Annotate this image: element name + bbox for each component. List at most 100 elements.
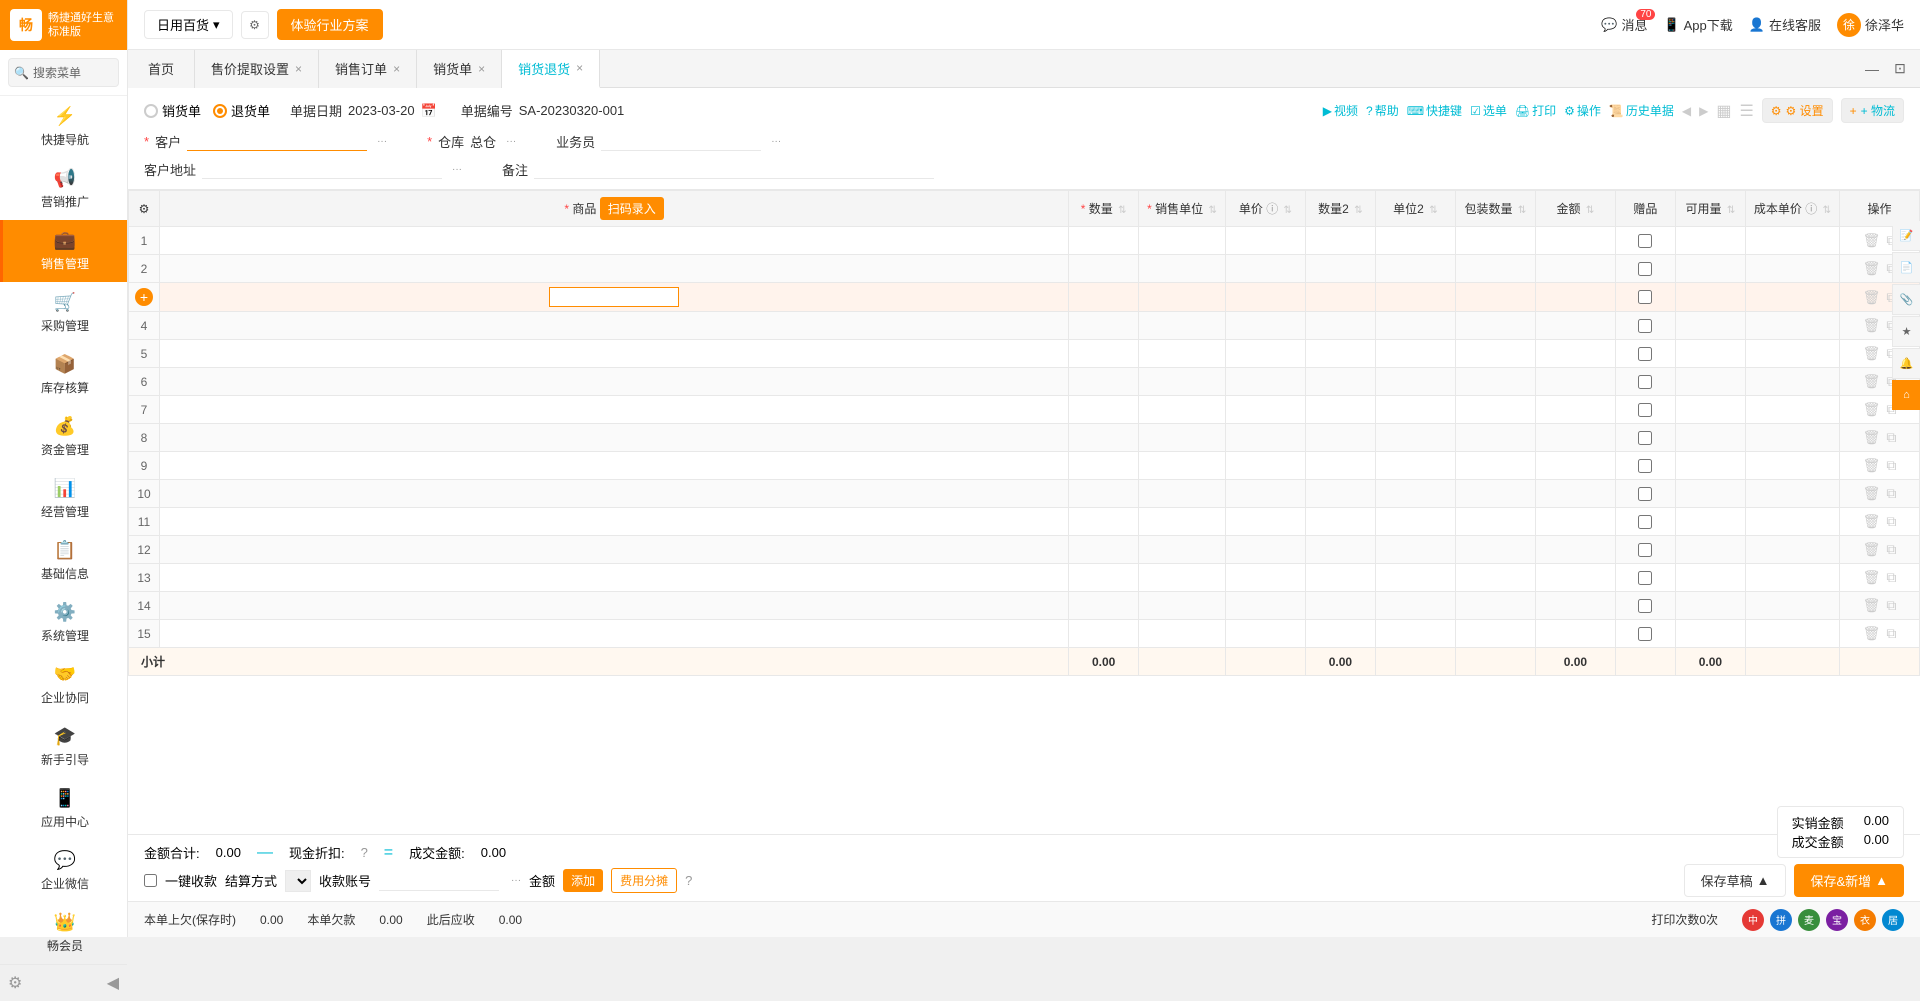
delete-row-icon[interactable]: 🗑 [1863,485,1881,502]
gift-checkbox-row-12[interactable] [1638,543,1652,557]
fee-split-button[interactable]: 费用分摊 [611,868,677,893]
gift-checkbox-row-11[interactable] [1638,515,1652,529]
status-icon-2[interactable]: 拼 [1770,909,1792,931]
tab-maximize-button[interactable]: ⊡ [1888,57,1912,81]
gift-checkbox-row-4[interactable] [1638,319,1652,333]
fee-split-info-icon[interactable]: ? [685,873,692,888]
delete-row-icon[interactable]: 🗑 [1863,260,1881,277]
tab-close-price-setting[interactable]: × [295,62,302,76]
add-logistics-button[interactable]: + + 物流 [1841,98,1904,123]
trial-btn[interactable]: 体验行业方案 [277,9,383,40]
settings-button[interactable]: ⚙ ⚙ 设置 [1762,98,1833,123]
add-row-button[interactable]: + [135,288,153,306]
copy-row-icon[interactable]: ⧉ [1886,597,1896,614]
right-float-btn-5[interactable]: 🔔 [1892,348,1920,379]
delete-row-icon[interactable]: 🗑 [1863,317,1881,334]
sidebar-item-basic-info[interactable]: 📋 基础信息 [0,530,127,592]
delete-row-icon[interactable]: 🗑 [1863,401,1881,418]
unit2-sort-icon[interactable]: ⇅ [1429,205,1437,216]
staff-dots-btn[interactable]: ··· [771,136,781,147]
delete-row-icon[interactable]: 🗑 [1863,289,1881,306]
user-menu[interactable]: 徐 徐泽华 [1837,13,1904,37]
right-float-btn-active[interactable]: ⌂ [1892,380,1920,410]
delete-row-icon[interactable]: 🗑 [1863,373,1881,390]
unit-sort-icon[interactable]: ⇅ [1209,205,1217,216]
gift-checkbox-row-14[interactable] [1638,599,1652,613]
delete-row-icon[interactable]: 🗑 [1863,345,1881,362]
copy-row-icon[interactable]: ⧉ [1886,429,1896,446]
view-list-icon[interactable]: ▦ [1716,101,1731,121]
status-icon-1[interactable]: 中 [1742,909,1764,931]
online-service-link[interactable]: 👤 在线客服 [1749,15,1821,34]
tab-minimize-button[interactable]: — [1860,57,1884,81]
tab-sales-order[interactable]: 销售订单 × [319,50,417,88]
price-info-icon[interactable]: ⓘ [1266,202,1278,216]
gift-checkbox-row-15[interactable] [1638,627,1652,641]
operate-link[interactable]: ⚙ 操作 [1564,102,1601,119]
copy-row-icon[interactable]: ⧉ [1886,625,1896,642]
barcode-scan-button[interactable]: 扫码录入 [600,197,664,220]
sidebar-item-operations[interactable]: 📊 经营管理 [0,468,127,530]
customer-dots-btn[interactable]: ··· [377,136,387,147]
sidebar-item-purchase-mgmt[interactable]: 🛒 采购管理 [0,282,127,344]
calendar-icon[interactable]: 📅 [421,103,437,119]
right-float-btn-4[interactable]: ★ [1892,316,1920,347]
staff-input[interactable] [601,131,761,151]
costprice-info-icon[interactable]: ⓘ [1805,202,1817,216]
address-input[interactable] [202,159,442,179]
sidebar-item-quick-nav[interactable]: ⚡ 快捷导航 [0,96,127,158]
sidebar-item-vip[interactable]: 👑 畅会员 [0,902,127,964]
account-dots-btn[interactable]: ··· [511,875,521,886]
sidebar-item-marketing[interactable]: 📢 营销推广 [0,158,127,220]
gear-col-icon[interactable]: ⚙ [139,202,150,216]
sidebar-item-wechat[interactable]: 💬 企业微信 [0,840,127,902]
gift-checkbox-row-7[interactable] [1638,403,1652,417]
copy-row-icon[interactable]: ⧉ [1886,485,1896,502]
customer-input[interactable] [187,131,367,151]
video-help-link[interactable]: ▶ 视频 [1323,102,1358,119]
save-draft-button[interactable]: 保存草稿 ▲ [1684,864,1787,897]
tab-close-sales-order[interactable]: × [393,62,400,76]
delete-row-icon[interactable]: 🗑 [1863,513,1881,530]
view-table-icon[interactable]: ☰ [1739,101,1753,121]
select-order-link[interactable]: ☑ 选单 [1470,102,1507,119]
search-menu-button[interactable]: 🔍 搜索菜单 [8,58,119,87]
sidebar-item-system[interactable]: ⚙️ 系统管理 [0,592,127,654]
tab-home[interactable]: 首页 [128,50,195,88]
sidebar-item-app-center[interactable]: 📱 应用中心 [0,778,127,840]
app-download-link[interactable]: 📱 App下载 [1663,15,1732,34]
shortcut-link[interactable]: ⌨ 快捷键 [1407,102,1462,119]
gift-checkbox-row-3[interactable] [1638,290,1652,304]
tab-close-sales-delivery[interactable]: × [478,62,485,76]
delete-row-icon[interactable]: 🗑 [1863,429,1881,446]
message-button[interactable]: 💬 消息 70 [1601,15,1647,34]
radio-delivery[interactable]: 销货单 [144,101,201,120]
gift-checkbox-row-8[interactable] [1638,431,1652,445]
save-new-button[interactable]: 保存&新增 ▲ [1794,864,1904,897]
status-icon-6[interactable]: 居 [1882,909,1904,931]
gift-checkbox-row-9[interactable] [1638,459,1652,473]
delete-row-icon[interactable]: 🗑 [1863,597,1881,614]
industry-dropdown[interactable]: 日用百货 ▾ [144,10,233,39]
radio-return[interactable]: 退货单 [213,101,270,120]
address-dots-btn[interactable]: ··· [452,164,462,175]
nav-next-icon[interactable]: ▶ [1699,104,1708,118]
status-icon-3[interactable]: 麦 [1798,909,1820,931]
right-float-btn-2[interactable]: 📄 [1892,252,1920,283]
copy-row-icon[interactable]: ⧉ [1886,513,1896,530]
help-link[interactable]: ? 帮助 [1366,102,1399,119]
history-link[interactable]: 📜 历史单据 [1609,102,1674,119]
sidebar-item-finance[interactable]: 💰 资金管理 [0,406,127,468]
costprice-sort-icon[interactable]: ⇅ [1823,205,1831,216]
print-link[interactable]: 🖨 打印 [1515,102,1556,119]
amount-sort-icon[interactable]: ⇅ [1586,205,1594,216]
tab-price-setting[interactable]: 售价提取设置 × [195,50,319,88]
sidebar-item-inventory[interactable]: 📦 库存核算 [0,344,127,406]
qty2-sort-icon[interactable]: ⇅ [1354,205,1362,216]
right-float-btn-3[interactable]: 📎 [1892,284,1920,315]
gift-checkbox-row-5[interactable] [1638,347,1652,361]
delete-row-icon[interactable]: 🗑 [1863,541,1881,558]
status-icon-5[interactable]: 衣 [1854,909,1876,931]
status-icon-4[interactable]: 宝 [1826,909,1848,931]
note-input[interactable] [534,159,934,179]
